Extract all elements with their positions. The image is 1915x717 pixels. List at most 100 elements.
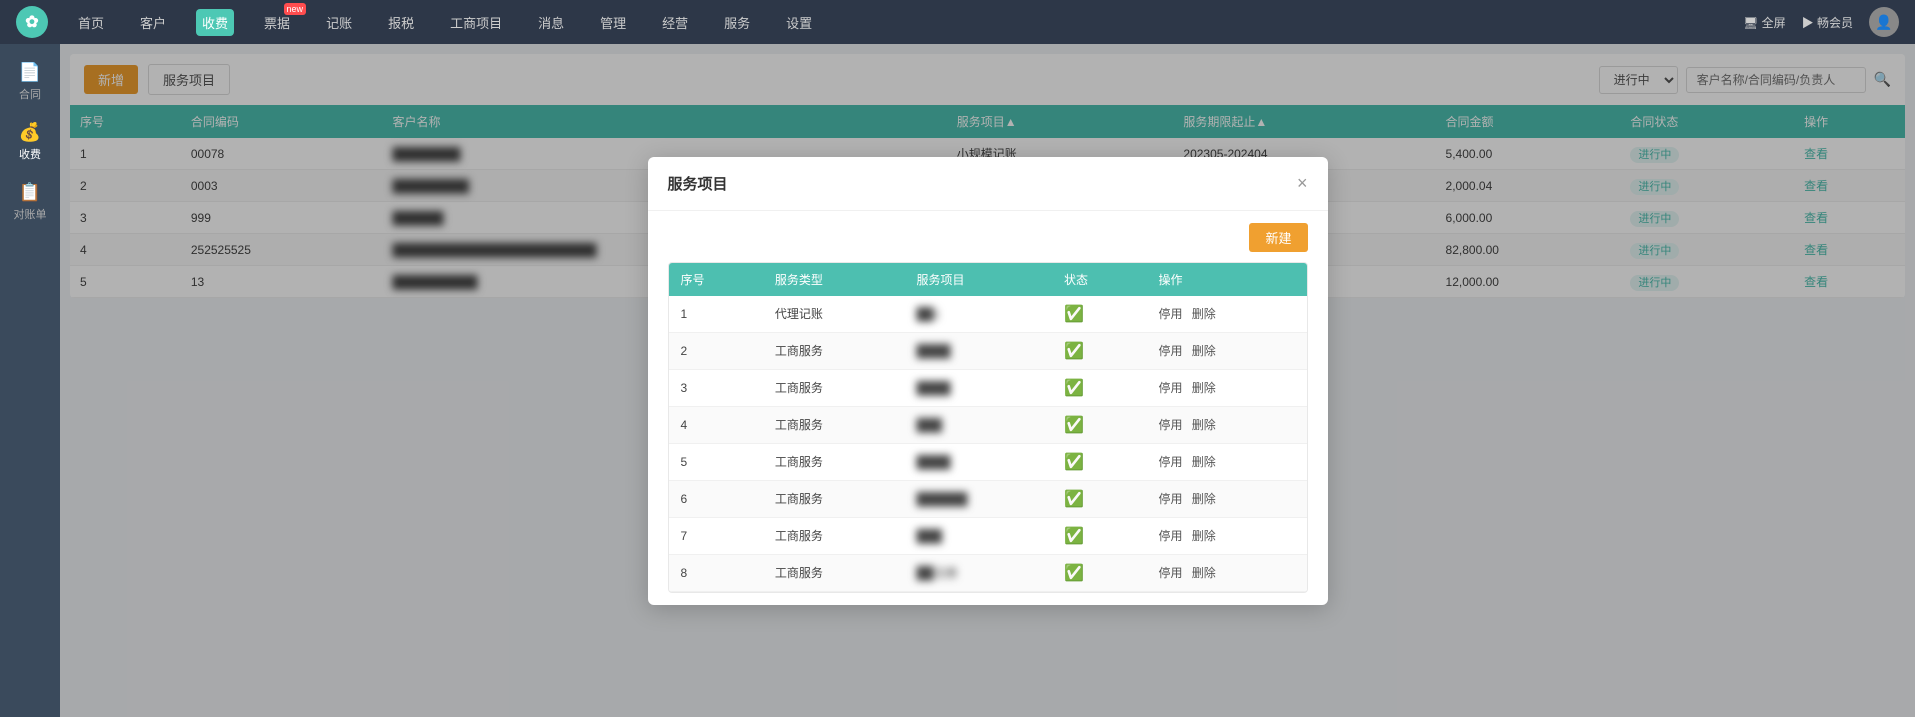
status-check-icon: ✅ — [1064, 417, 1084, 434]
modal-cell-type: 代理记账 — [763, 296, 905, 333]
nav-message[interactable]: 消息 — [532, 9, 570, 36]
modal-cell-actions: 停用 删除 — [1146, 554, 1306, 591]
modal-cell-status: ✅ — [1052, 443, 1146, 480]
modal-cell-type: 工商服务 — [763, 406, 905, 443]
modal-cell-status: ✅ — [1052, 480, 1146, 517]
modal-toolbar: 新建 — [668, 223, 1308, 252]
disable-link[interactable]: 停用 — [1158, 529, 1182, 543]
modal-cell-item: ████ — [905, 369, 1053, 406]
delete-link[interactable]: 删除 — [1192, 381, 1216, 395]
modal-cell-index: 8 — [669, 554, 763, 591]
modal-cell-index: 1 — [669, 296, 763, 333]
modal-cell-actions: 停用 删除 — [1146, 332, 1306, 369]
disable-link[interactable]: 停用 — [1158, 492, 1182, 506]
modal-cell-index: 7 — [669, 517, 763, 554]
modal-table-row: 4 工商服务 ███ ✅ 停用 删除 — [669, 406, 1307, 443]
modal-cell-actions: 停用 删除 — [1146, 480, 1306, 517]
nav-invoice[interactable]: 票据 new — [258, 9, 296, 36]
modal-cell-item: ███ — [905, 406, 1053, 443]
modal-col-action: 操作 — [1146, 263, 1306, 296]
nav-tax[interactable]: 报税 — [382, 9, 420, 36]
top-navigation: ✿ 首页 客户 收费 票据 new 记账 报税 工商项目 消息 管理 经营 服务… — [0, 0, 1915, 44]
status-check-icon: ✅ — [1064, 528, 1084, 545]
delete-link[interactable]: 删除 — [1192, 307, 1216, 321]
sidebar-item-contract[interactable]: 📄 合同 — [0, 54, 60, 110]
nav-business[interactable]: 经营 — [656, 9, 694, 36]
fullscreen-button[interactable]: 🖥 全屏 — [1743, 14, 1786, 31]
modal-cell-type: 工商服务 — [763, 480, 905, 517]
status-check-icon: ✅ — [1064, 380, 1084, 397]
modal-table-row: 1 代理记账 ██1 ✅ 停用 删除 — [669, 296, 1307, 333]
nav-client[interactable]: 客户 — [134, 9, 172, 36]
modal-cell-item: ████ — [905, 443, 1053, 480]
sidebar-item-billing[interactable]: 💰 收费 — [0, 114, 60, 170]
modal-cell-status: ✅ — [1052, 517, 1146, 554]
modal-table-row: 8 工商服务 ██注册 ✅ 停用 删除 — [669, 554, 1307, 591]
delete-link[interactable]: 删除 — [1192, 566, 1216, 580]
modal-cell-actions: 停用 删除 — [1146, 443, 1306, 480]
modal-table-row: 7 工商服务 ███ ✅ 停用 删除 — [669, 517, 1307, 554]
modal-title: 服务项目 — [668, 173, 728, 194]
modal-cell-actions: 停用 删除 — [1146, 406, 1306, 443]
nav-settings[interactable]: 设置 — [780, 9, 818, 36]
disable-link[interactable]: 停用 — [1158, 344, 1182, 358]
modal-cell-actions: 停用 删除 — [1146, 517, 1306, 554]
modal-cell-status: ✅ — [1052, 369, 1146, 406]
modal-cell-status: ✅ — [1052, 554, 1146, 591]
nav-service[interactable]: 服务 — [718, 9, 756, 36]
nav-ledger[interactable]: 记账 — [320, 9, 358, 36]
modal-cell-actions: 停用 删除 — [1146, 296, 1306, 333]
nav-billing[interactable]: 收费 — [196, 9, 234, 36]
statement-icon: 📋 — [19, 182, 41, 203]
app-logo[interactable]: ✿ — [16, 6, 48, 38]
sidebar-item-contract-label: 合同 — [19, 86, 41, 102]
new-badge: new — [284, 3, 307, 15]
sidebar: 📄 合同 💰 收费 📋 对账单 — [0, 44, 60, 717]
modal-body: 新建 序号 服务类型 服务项目 状态 操作 — [648, 211, 1328, 605]
modal-cell-item: ██1 — [905, 296, 1053, 333]
modal-col-status: 状态 — [1052, 263, 1146, 296]
modal-cell-status: ✅ — [1052, 296, 1146, 333]
modal-cell-index: 4 — [669, 406, 763, 443]
status-check-icon: ✅ — [1064, 454, 1084, 471]
modal-new-button[interactable]: 新建 — [1249, 223, 1307, 252]
disable-link[interactable]: 停用 — [1158, 381, 1182, 395]
delete-link[interactable]: 删除 — [1192, 455, 1216, 469]
top-right-actions: 🖥 全屏 ▶ 畅会员 👤 — [1743, 7, 1899, 37]
nav-commerce[interactable]: 工商项目 — [444, 9, 508, 36]
modal-cell-type: 工商服务 — [763, 554, 905, 591]
disable-link[interactable]: 停用 — [1158, 307, 1182, 321]
modal-cell-status: ✅ — [1052, 332, 1146, 369]
delete-link[interactable]: 删除 — [1192, 492, 1216, 506]
member-button[interactable]: ▶ 畅会员 — [1802, 14, 1853, 31]
modal-cell-item: ██████ — [905, 480, 1053, 517]
nav-manage[interactable]: 管理 — [594, 9, 632, 36]
modal-table-row: 2 工商服务 ████ ✅ 停用 删除 — [669, 332, 1307, 369]
modal-cell-type: 工商服务 — [763, 443, 905, 480]
delete-link[interactable]: 删除 — [1192, 344, 1216, 358]
sidebar-item-statement[interactable]: 📋 对账单 — [0, 174, 60, 230]
modal-table-wrap[interactable]: 序号 服务类型 服务项目 状态 操作 1 代理记账 ██1 ✅ 停用 删除 — [668, 262, 1308, 593]
disable-link[interactable]: 停用 — [1158, 566, 1182, 580]
service-items-table: 序号 服务类型 服务项目 状态 操作 1 代理记账 ██1 ✅ 停用 删除 — [669, 263, 1307, 592]
modal-cell-item: ██注册 — [905, 554, 1053, 591]
status-check-icon: ✅ — [1064, 565, 1084, 582]
nav-home[interactable]: 首页 — [72, 9, 110, 36]
modal-close-button[interactable]: × — [1297, 174, 1308, 192]
modal-cell-item: ████ — [905, 332, 1053, 369]
modal-table-row: 6 工商服务 ██████ ✅ 停用 删除 — [669, 480, 1307, 517]
avatar[interactable]: 👤 — [1869, 7, 1899, 37]
contract-icon: 📄 — [19, 62, 41, 83]
modal-cell-actions: 停用 删除 — [1146, 369, 1306, 406]
delete-link[interactable]: 删除 — [1192, 418, 1216, 432]
service-items-modal: 服务项目 × 新建 序号 服务类型 服务项目 状态 — [648, 157, 1328, 605]
main-layout: 📄 合同 💰 收费 📋 对账单 新增 服务项目 进行中 已终止 全部 — [0, 44, 1915, 717]
disable-link[interactable]: 停用 — [1158, 418, 1182, 432]
content-area: 新增 服务项目 进行中 已终止 全部 🔍 序号 合同编码 — [60, 44, 1915, 717]
modal-cell-type: 工商服务 — [763, 369, 905, 406]
modal-cell-index: 5 — [669, 443, 763, 480]
modal-cell-type: 工商服务 — [763, 332, 905, 369]
status-check-icon: ✅ — [1064, 343, 1084, 360]
delete-link[interactable]: 删除 — [1192, 529, 1216, 543]
disable-link[interactable]: 停用 — [1158, 455, 1182, 469]
